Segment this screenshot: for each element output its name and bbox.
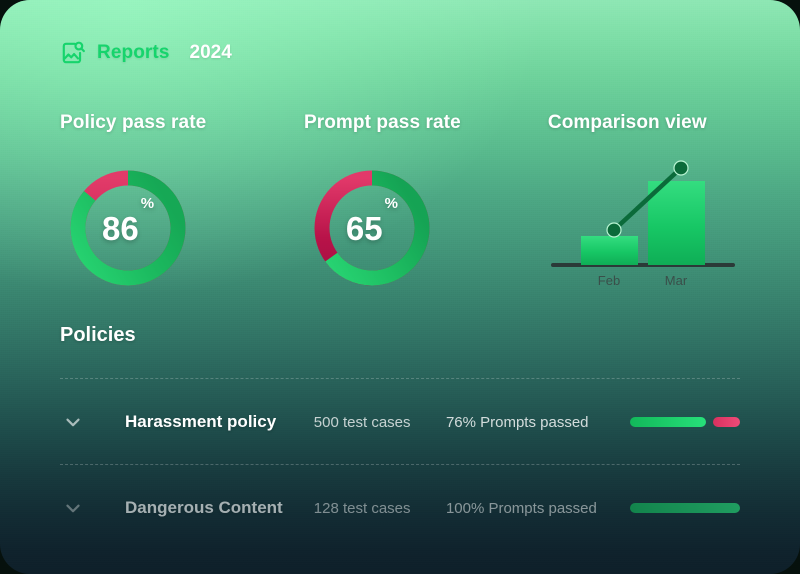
policy-pass-fail-bar [630,417,740,427]
donut-value: 86 [101,209,139,247]
policy-name: Harassment policy [125,412,277,431]
bar-segment-fail [713,417,740,427]
reports-dashboard-window: Reports 2024 Policy pass rate 86 % Promp… [0,0,800,574]
metric-card-comparison-view: Comparison view Feb Mar [548,112,740,292]
metric-card-policy-pass-rate: Policy pass rate 86 % [60,112,304,292]
donut-value: 65 [345,209,383,247]
policy-test-cases: 128 test cases [313,499,411,517]
policy-prompts-passed: 100% Prompts passed [445,499,597,517]
policy-divider-middle [60,464,740,465]
table-row[interactable]: Dangerous Content 128 test cases 100% Pr… [60,486,740,530]
bar-segment-pass [630,503,740,513]
policy-pass-rate-donut: 86 % [66,166,190,290]
policies-section-title: Policies [60,324,136,346]
policy-name: Dangerous Content [125,498,283,517]
x-tick-feb: Feb [598,273,620,288]
metric-title: Policy pass rate [60,112,207,133]
policy-pass-fail-bar [630,503,740,513]
policy-divider-top [60,378,740,379]
table-row[interactable]: Harassment policy 500 test cases 76% Pro… [60,400,740,444]
policy-test-cases: 500 test cases [313,413,411,431]
page-header: Reports 2024 [60,40,232,66]
metric-card-prompt-pass-rate: Prompt pass rate 65 % [304,112,548,292]
metrics-row: Policy pass rate 86 % Prompt pass rate 6… [60,112,740,292]
policy-prompts-passed: 76% Prompts passed [445,413,589,431]
page-title: Reports [97,42,170,63]
chevron-down-icon[interactable] [60,409,86,435]
donut-center-label: 86 % [66,166,190,290]
donut-unit: % [384,195,398,212]
report-image-search-icon [60,40,86,66]
year-label: 2024 [189,42,232,63]
bar-segment-pass [630,417,706,427]
donut-unit: % [140,195,155,212]
chevron-down-icon[interactable] [60,495,86,521]
donut-center-label: 65 % [310,166,434,290]
prompt-pass-rate-donut: 65 % [310,166,434,290]
x-tick-mar: Mar [665,273,688,288]
metric-title: Comparison view [547,112,707,133]
metric-title: Prompt pass rate [303,112,461,133]
comparison-bar-chart: Feb Mar [548,152,738,292]
